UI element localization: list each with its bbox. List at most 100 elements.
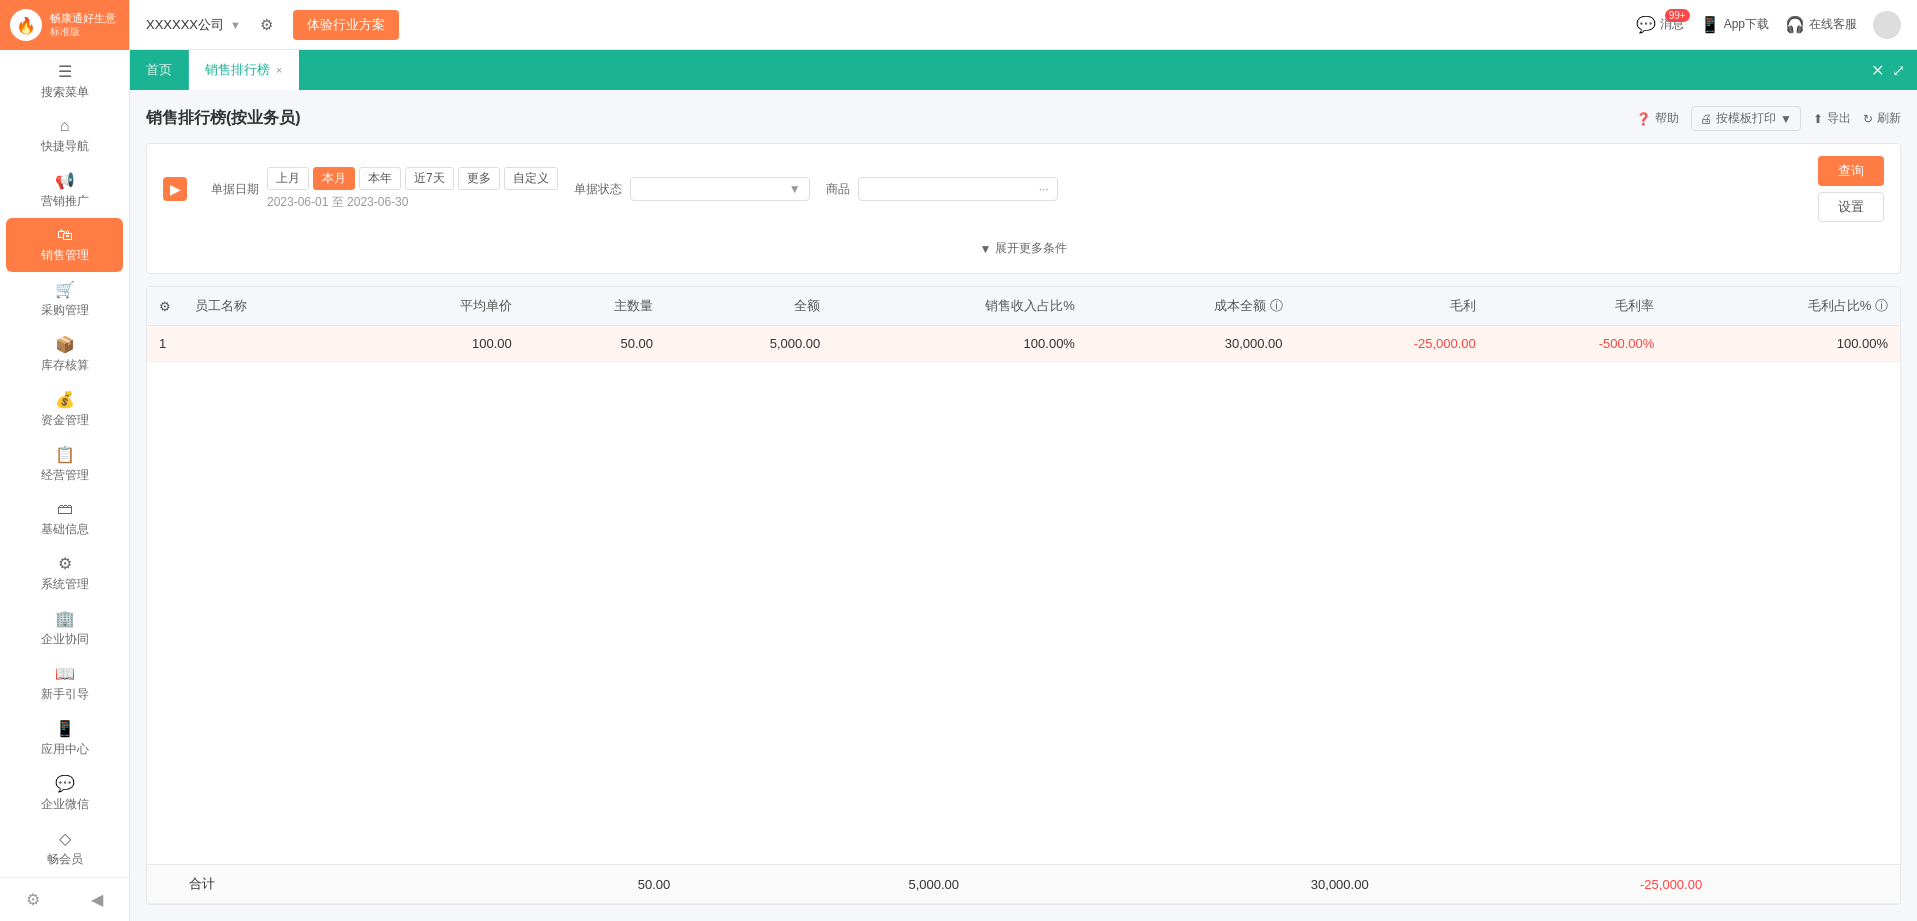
query-button[interactable]: 查询	[1818, 156, 1884, 186]
export-btn[interactable]: ⬆ 导出	[1813, 110, 1851, 127]
date-btn-more[interactable]: 更多	[458, 167, 500, 190]
sidebar: 🔥 畅康通好生意 标准版 ☰ 搜索菜单 ⌂ 快捷导航 📢 营销推广 🛍 销售管理…	[0, 0, 130, 921]
window-maximize-icon[interactable]: ⤢	[1892, 61, 1905, 80]
tabbar: 首页 销售排行榜 × ✕ ⤢	[130, 50, 1917, 90]
filter-bar: ▶ 单据日期 上月 本月 本年 近7天 更多 自定义	[146, 143, 1901, 274]
sidebar-item-inventory[interactable]: 📦 库存核算	[0, 327, 129, 382]
sidebar-item-sales[interactable]: 🛍 销售管理	[6, 218, 123, 272]
tab-close-icon[interactable]: ×	[276, 64, 282, 76]
help-icon: ❓	[1636, 112, 1651, 126]
cell-cost: 30,000.00	[1087, 326, 1295, 362]
app-download-btn[interactable]: 📱 App下载	[1700, 15, 1769, 34]
user-avatar[interactable]	[1873, 11, 1901, 39]
expand-row: ▼ 展开更多条件	[163, 228, 1884, 261]
online-service-label: 在线客服	[1809, 16, 1857, 33]
chevron-down-icon: ▼	[980, 242, 992, 256]
tab-sales-ranking[interactable]: 销售排行榜 ×	[189, 50, 299, 90]
sidebar-item-enterprise[interactable]: 🏢 企业协同	[0, 601, 129, 656]
export-label: 导出	[1827, 110, 1851, 127]
settings-button[interactable]: 设置	[1818, 192, 1884, 222]
sidebar-item-label: 采购管理	[41, 302, 89, 319]
sidebar-item-label: 企业微信	[41, 796, 89, 813]
sidebar-item-apps[interactable]: 📱 应用中心	[0, 711, 129, 766]
footer-row: 合计 50.00 5,000.00 30,000.00 -25,000.00	[147, 865, 1900, 904]
sidebar-item-member[interactable]: ◇ 畅会员	[0, 821, 129, 876]
apps-icon: 📱	[55, 719, 75, 738]
logo-sub: 标准版	[50, 25, 116, 39]
message-btn[interactable]: 💬 消息 99+	[1636, 15, 1684, 34]
tab-home[interactable]: 首页	[130, 50, 189, 90]
col-profit: 毛利	[1295, 287, 1488, 326]
date-btn-7days[interactable]: 近7天	[405, 167, 454, 190]
date-btn-this-month[interactable]: 本月	[313, 167, 355, 190]
table-row: 1 100.00 50.00 5,000.00 100.00% 30,000.0…	[147, 326, 1900, 362]
sidebar-item-marketing[interactable]: 📢 营销推广	[0, 163, 129, 218]
sidebar-item-label: 经营管理	[41, 467, 89, 484]
cell-rank: 1	[147, 326, 183, 362]
filter-status-item: 单据状态 ▼	[574, 177, 810, 201]
table-footer: 合计 50.00 5,000.00 30,000.00 -25,000.00	[147, 864, 1900, 904]
refresh-icon: ↻	[1863, 112, 1873, 126]
company-selector[interactable]: XXXXXX公司 ▼	[146, 16, 241, 34]
sidebar-item-guide[interactable]: 📖 新手引导	[0, 656, 129, 711]
main-area: XXXXXX公司 ▼ ⚙ 体验行业方案 💬 消息 99+ 📱 App下载 🎧 在…	[130, 0, 1917, 921]
col-settings: ⚙	[147, 287, 183, 326]
date-btn-custom[interactable]: 自定义	[504, 167, 558, 190]
company-settings-btn[interactable]: ⚙	[253, 11, 281, 39]
filter-toggle-btn[interactable]: ▶	[163, 177, 187, 201]
sidebar-item-quick-nav[interactable]: ⌂ 快捷导航	[0, 109, 129, 163]
goods-select[interactable]: ···	[858, 177, 1058, 201]
print-btn[interactable]: 🖨 按模板打印 ▼	[1691, 106, 1801, 131]
topbar-right: 💬 消息 99+ 📱 App下载 🎧 在线客服	[1636, 11, 1901, 39]
cell-sales-pct: 100.00%	[832, 326, 1087, 362]
status-filter-label: 单据状态	[574, 181, 622, 198]
cell-profit-rate: -500.00%	[1488, 326, 1667, 362]
footer-qty: 50.00	[463, 865, 682, 904]
online-service-btn[interactable]: 🎧 在线客服	[1785, 15, 1857, 34]
system-icon: ⚙	[58, 554, 72, 573]
sidebar-item-basic[interactable]: 🗃 基础信息	[0, 492, 129, 546]
page-content: 销售排行榜(按业务员) ❓ 帮助 🖨 按模板打印 ▼ ⬆ 导出	[130, 90, 1917, 921]
sidebar-item-wechat[interactable]: 💬 企业微信	[0, 766, 129, 821]
help-label: 帮助	[1655, 110, 1679, 127]
sidebar-collapse-btn[interactable]: ◀	[87, 886, 107, 913]
cell-avg-price: 100.00	[353, 326, 523, 362]
date-btn-this-year[interactable]: 本年	[359, 167, 401, 190]
sidebar-settings-btn[interactable]: ⚙	[22, 886, 44, 913]
download-icon: 📱	[1700, 15, 1720, 34]
enterprise-icon: 🏢	[55, 609, 75, 628]
basic-icon: 🗃	[57, 500, 73, 518]
expand-label: 展开更多条件	[995, 240, 1067, 257]
marketing-icon: 📢	[55, 171, 75, 190]
footer-sales-pct	[971, 865, 1064, 904]
cell-amount: 5,000.00	[665, 326, 832, 362]
col-profit-rate: 毛利率	[1488, 287, 1667, 326]
expand-btn[interactable]: ▼ 展开更多条件	[980, 236, 1068, 261]
tab-sales-ranking-label: 销售排行榜	[205, 61, 270, 79]
headset-icon: 🎧	[1785, 15, 1805, 34]
sidebar-item-system[interactable]: ⚙ 系统管理	[0, 546, 129, 601]
sidebar-item-purchase[interactable]: 🛒 采购管理	[0, 272, 129, 327]
sidebar-item-operations[interactable]: 📋 经营管理	[0, 437, 129, 492]
sidebar-item-label: 库存核算	[41, 357, 89, 374]
message-icon: 💬	[1636, 15, 1656, 34]
message-badge: 99+	[1665, 9, 1690, 22]
window-close-icon[interactable]: ✕	[1871, 61, 1884, 80]
col-cost: 成本全额 ⓘ	[1087, 287, 1295, 326]
sidebar-item-label: 资金管理	[41, 412, 89, 429]
refresh-btn[interactable]: ↻ 刷新	[1863, 110, 1901, 127]
status-select[interactable]: ▼	[630, 177, 810, 201]
sales-icon: 🛍	[57, 226, 73, 244]
col-amount: 全额	[665, 287, 832, 326]
footer-label: 合计	[177, 865, 371, 904]
footer-cost: 30,000.00	[1064, 865, 1381, 904]
date-btn-last-month[interactable]: 上月	[267, 167, 309, 190]
sidebar-nav: ☰ 搜索菜单 ⌂ 快捷导航 📢 营销推广 🛍 销售管理 🛒 采购管理 📦 库存核…	[0, 50, 129, 877]
cell-profit: -25,000.00	[1295, 326, 1488, 362]
trial-button[interactable]: 体验行业方案	[293, 10, 399, 40]
sidebar-item-search[interactable]: ☰ 搜索菜单	[0, 54, 129, 109]
goods-more-icon[interactable]: ···	[1039, 182, 1049, 196]
sidebar-item-finance[interactable]: 💰 资金管理	[0, 382, 129, 437]
sidebar-item-label: 销售管理	[41, 247, 89, 264]
help-btn[interactable]: ❓ 帮助	[1636, 110, 1679, 127]
